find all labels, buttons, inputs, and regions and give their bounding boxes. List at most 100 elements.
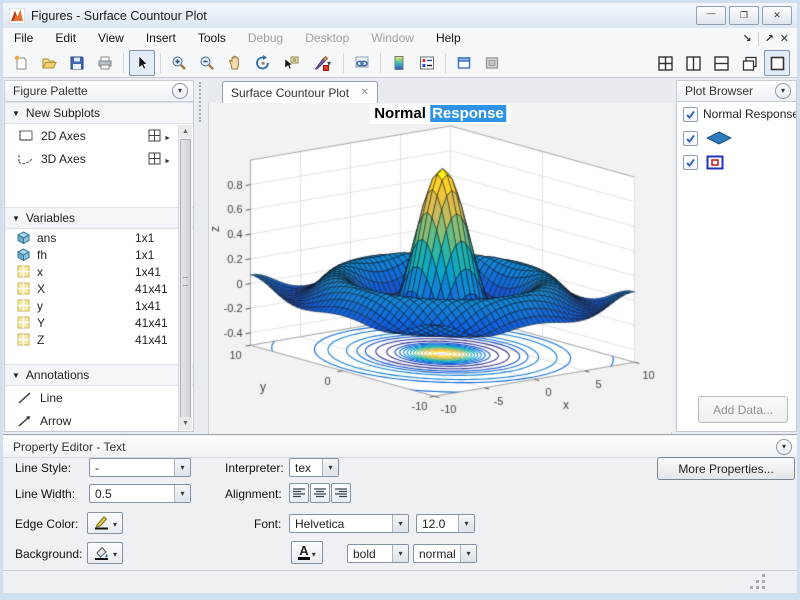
browser-item-contour[interactable] [677,150,796,174]
title-bar[interactable]: Figures - Surface Countour Plot — ❐ [3,3,797,29]
show-plot-tools-button[interactable] [451,50,477,76]
subplot-grid-icon[interactable] [148,129,161,142]
toolbar-separator [160,53,161,73]
menu-help[interactable]: Help [425,28,472,49]
pan-button[interactable] [222,50,248,76]
resize-grip[interactable] [746,574,768,590]
item-label: Arrow [40,413,72,428]
layout-grid-button[interactable] [652,50,678,76]
align-right-button[interactable] [331,483,351,503]
data-cursor-button[interactable] [278,50,304,76]
browser-item-figure[interactable]: Normal Response [677,102,796,126]
dock-arrow-icon[interactable]: ↘ [742,32,751,45]
font-weight-dropdown[interactable]: bold [347,544,409,563]
panel-menu-button[interactable] [172,83,188,99]
browser-item-surface[interactable] [677,126,796,150]
hand-icon [229,55,240,70]
scrollbar-thumb[interactable] [180,139,191,421]
layout-split-horizontal-button[interactable] [708,50,734,76]
menu-file[interactable]: File [3,28,44,49]
menu-view[interactable]: View [87,28,135,49]
tab-close-icon[interactable] [361,87,369,98]
scroll-down-icon[interactable] [179,417,192,430]
plot-title[interactable]: Normal Response [369,104,511,124]
expand-icon[interactable] [164,152,171,166]
zoom-out-button[interactable] [194,50,220,76]
tab-surface-contour-plot[interactable]: Surface Countour Plot [222,81,378,103]
figure-palette-header: Figure Palette [4,80,194,102]
variable-ans[interactable]: ans 1x1 [5,229,193,246]
panel-menu-button[interactable] [775,83,791,99]
interpreter-dropdown[interactable]: tex [289,458,339,477]
undock-arrow-icon[interactable]: ↗ [765,32,774,45]
dropdown-arrow-icon [460,545,476,562]
panel-menu-button[interactable] [776,438,792,455]
palette-item-line[interactable]: Line [5,386,193,409]
zoom-in-icon [172,56,186,70]
menu-insert[interactable]: Insert [135,28,187,49]
line-width-combobox[interactable]: 0.5 [89,484,191,503]
section-new-subplots[interactable]: New Subplots [5,102,193,124]
link-plot-button[interactable] [349,50,375,76]
checkbox-checked[interactable] [683,154,698,170]
font-size-value: 12.0 [422,516,446,531]
rotate-3d-button[interactable] [250,50,276,76]
insert-legend-button[interactable] [414,50,440,76]
zoom-in-button[interactable] [166,50,192,76]
scroll-up-icon[interactable] [179,125,192,138]
legend-icon [420,56,434,70]
edge-color-button[interactable] [87,512,123,534]
more-properties-button[interactable]: More Properties... [657,457,795,480]
layout-single-button[interactable] [764,50,790,76]
section-variables[interactable]: Variables [5,207,193,229]
section-annotations[interactable]: Annotations [5,364,193,386]
palette-scrollbar[interactable] [178,125,192,430]
print-figure-button[interactable] [92,50,118,76]
font-size-dropdown[interactable]: 12.0 [416,514,475,533]
palette-item-2d-axes[interactable]: 2D Axes [5,124,193,147]
minimize-button[interactable]: — [696,6,726,25]
font-family-dropdown[interactable]: Helvetica [289,514,409,533]
palette-item-arrow[interactable]: Arrow [5,409,193,431]
add-data-button[interactable]: Add Data... [698,396,788,423]
variable-x[interactable]: x 1x41 [5,263,193,280]
open-file-button[interactable] [36,50,62,76]
matlab-logo-icon [9,7,25,24]
insert-colorbar-button[interactable] [386,50,412,76]
workspace: Figure Palette New Subplots 2D Axes 3D A… [3,78,797,436]
align-left-button[interactable] [289,483,309,503]
panel-splitter-handle[interactable] [199,82,204,122]
checkbox-checked[interactable] [683,130,698,146]
subplot-grid-icon[interactable] [148,152,161,165]
variable-X[interactable]: X 41x41 [5,280,193,297]
align-center-button[interactable] [310,483,330,503]
close-menu-icon[interactable] [780,32,789,45]
font-color-button[interactable]: A [291,541,323,564]
variable-Y[interactable]: Y 41x41 [5,314,193,331]
close-button[interactable] [762,6,792,25]
variable-Z[interactable]: Z 41x41 [5,331,193,348]
matrix-icon [17,265,30,278]
layout-cascade-button[interactable] [736,50,762,76]
expand-icon[interactable] [164,129,171,143]
background-color-button[interactable] [87,542,123,564]
menu-tools[interactable]: Tools [187,28,237,49]
palette-item-3d-axes[interactable]: 3D Axes [5,147,193,170]
toolbar-separator [445,53,446,73]
line-style-dropdown[interactable]: - [89,458,191,477]
brush-data-button[interactable]: ▾ [306,50,338,76]
restore-button[interactable]: ❐ [729,6,759,25]
checkbox-checked[interactable] [683,106,698,122]
variable-name: ans [37,230,57,245]
font-angle-dropdown[interactable]: normal [413,544,477,563]
edge-color-pen-icon [94,516,108,530]
hide-plot-tools-button[interactable] [479,50,505,76]
new-figure-button[interactable] [8,50,34,76]
layout-split-vertical-button[interactable] [680,50,706,76]
menu-edit[interactable]: Edit [44,28,87,49]
variable-y[interactable]: y 1x41 [5,297,193,314]
save-figure-button[interactable] [64,50,90,76]
surface-contour-plot-canvas[interactable] [209,103,673,432]
pointer-button[interactable] [129,50,155,76]
variable-fh[interactable]: fh 1x1 [5,246,193,263]
